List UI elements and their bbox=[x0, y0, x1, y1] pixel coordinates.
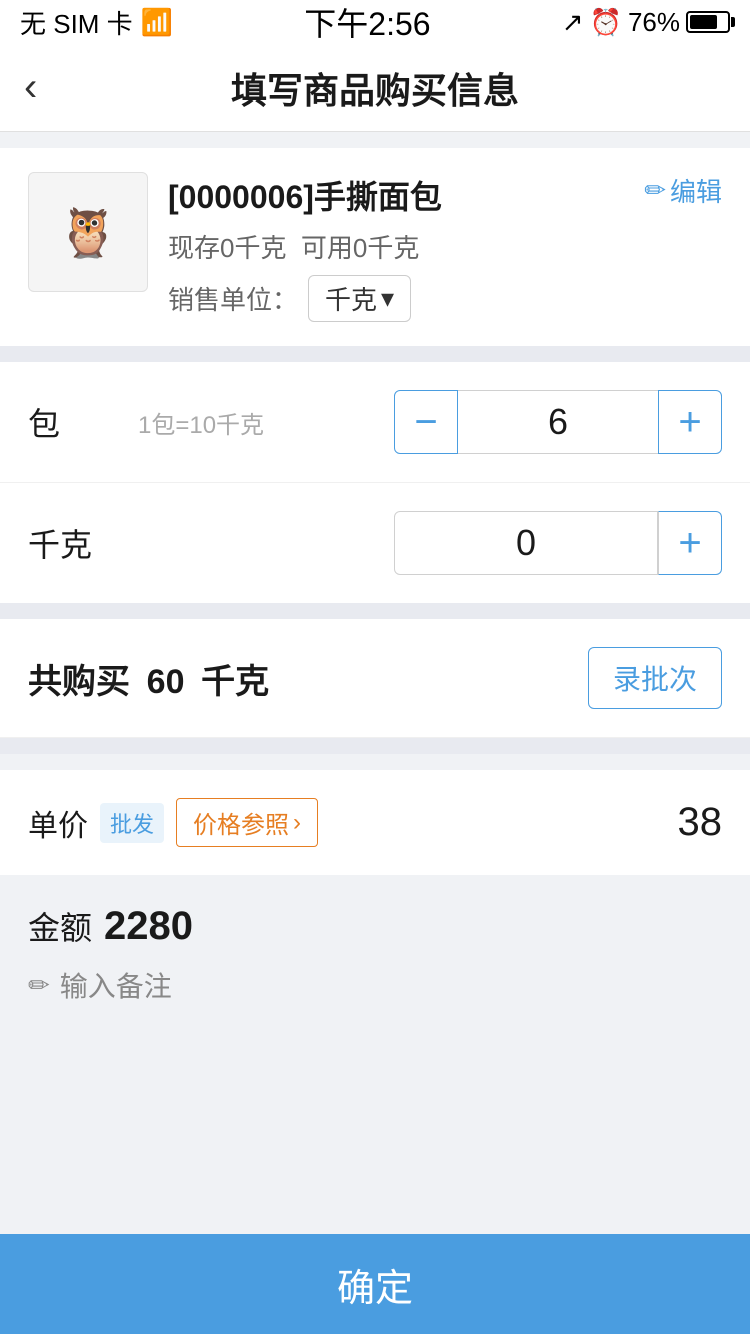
quantity-section: 包 1包=10千克 − + 千克 + bbox=[0, 362, 750, 603]
battery-icon bbox=[686, 11, 730, 33]
amount-label: 金额 bbox=[28, 903, 92, 949]
edit-button[interactable]: ✏ 编辑 bbox=[644, 172, 722, 209]
chevron-down-icon: ▾ bbox=[381, 283, 394, 314]
product-unit-row: 销售单位： 千克 ▾ bbox=[168, 275, 722, 322]
product-name: [0000006]手撕面包 bbox=[168, 172, 722, 218]
product-image-placeholder: 🦉 bbox=[58, 204, 118, 261]
total-row: 共购买 60 千克 录批次 bbox=[0, 619, 750, 738]
location-icon: ↗ bbox=[562, 7, 584, 38]
quantity-row-kg: 千克 + bbox=[0, 483, 750, 603]
remark-placeholder: 输入备注 bbox=[60, 965, 172, 1005]
amount-row: 金额 2280 bbox=[28, 903, 722, 949]
product-stock: 现存0千克 可用0千克 bbox=[168, 228, 722, 265]
increase-bao-button[interactable]: + bbox=[658, 390, 722, 454]
price-value: 38 bbox=[678, 800, 723, 845]
qty-hint-bao: 1包=10千克 bbox=[138, 405, 264, 440]
wifi-icon: 📶 bbox=[141, 7, 173, 38]
product-info: [0000006]手撕面包 现存0千克 可用0千克 销售单位： 千克 ▾ bbox=[168, 172, 722, 322]
decrease-bao-button[interactable]: − bbox=[394, 390, 458, 454]
qty-label-kg: 千克 bbox=[28, 520, 128, 566]
alarm-icon: ⏰ bbox=[590, 7, 622, 38]
status-bar: 无 SIM 卡 📶 下午2:56 ↗ ⏰ 76% bbox=[0, 0, 750, 44]
chevron-right-icon: › bbox=[293, 809, 301, 837]
page-title: 填写商品购买信息 bbox=[231, 62, 519, 114]
quantity-row-bao: 包 1包=10千克 − + bbox=[0, 362, 750, 483]
qty-input-bao[interactable] bbox=[458, 390, 658, 454]
battery-percent: 76% bbox=[628, 7, 680, 38]
qty-input-kg[interactable] bbox=[394, 511, 658, 575]
unit-select[interactable]: 千克 ▾ bbox=[308, 275, 411, 322]
edit-icon: ✏ bbox=[644, 175, 666, 206]
batch-button[interactable]: 录批次 bbox=[588, 647, 722, 709]
confirm-button[interactable]: 确定 bbox=[0, 1234, 750, 1334]
status-time: 下午2:56 bbox=[304, 0, 430, 45]
amount-value: 2280 bbox=[104, 904, 193, 949]
price-tag: 批发 bbox=[100, 803, 164, 843]
price-row: 单价 批发 价格参照 › 38 bbox=[28, 798, 722, 847]
price-section: 单价 批发 价格参照 › 38 bbox=[0, 770, 750, 875]
nav-bar: ‹ 填写商品购买信息 bbox=[0, 44, 750, 132]
separator-3 bbox=[0, 738, 750, 754]
total-amount: 60 bbox=[147, 663, 185, 701]
product-section: 🦉 [0000006]手撕面包 现存0千克 可用0千克 销售单位： 千克 ▾ ✏… bbox=[0, 148, 750, 346]
separator-2 bbox=[0, 603, 750, 619]
qty-control-bao: − + bbox=[394, 390, 722, 454]
status-carrier: 无 SIM 卡 📶 bbox=[20, 4, 173, 41]
status-right: ↗ ⏰ 76% bbox=[562, 7, 730, 38]
total-text: 共购买 60 千克 bbox=[28, 654, 588, 703]
product-image: 🦉 bbox=[28, 172, 148, 292]
price-reference-button[interactable]: 价格参照 › bbox=[176, 798, 318, 847]
carrier-text: 无 SIM 卡 bbox=[20, 4, 133, 41]
qty-control-kg: + bbox=[394, 511, 722, 575]
remark-row[interactable]: ✏ 输入备注 bbox=[28, 965, 722, 1005]
qty-label-bao: 包 bbox=[28, 399, 128, 445]
pencil-icon: ✏ bbox=[28, 970, 50, 1001]
price-label: 单价 bbox=[28, 801, 88, 845]
back-button[interactable]: ‹ bbox=[24, 65, 37, 110]
increase-kg-button[interactable]: + bbox=[658, 511, 722, 575]
separator-1 bbox=[0, 346, 750, 362]
amount-section: 金额 2280 ✏ 输入备注 bbox=[0, 875, 750, 1025]
